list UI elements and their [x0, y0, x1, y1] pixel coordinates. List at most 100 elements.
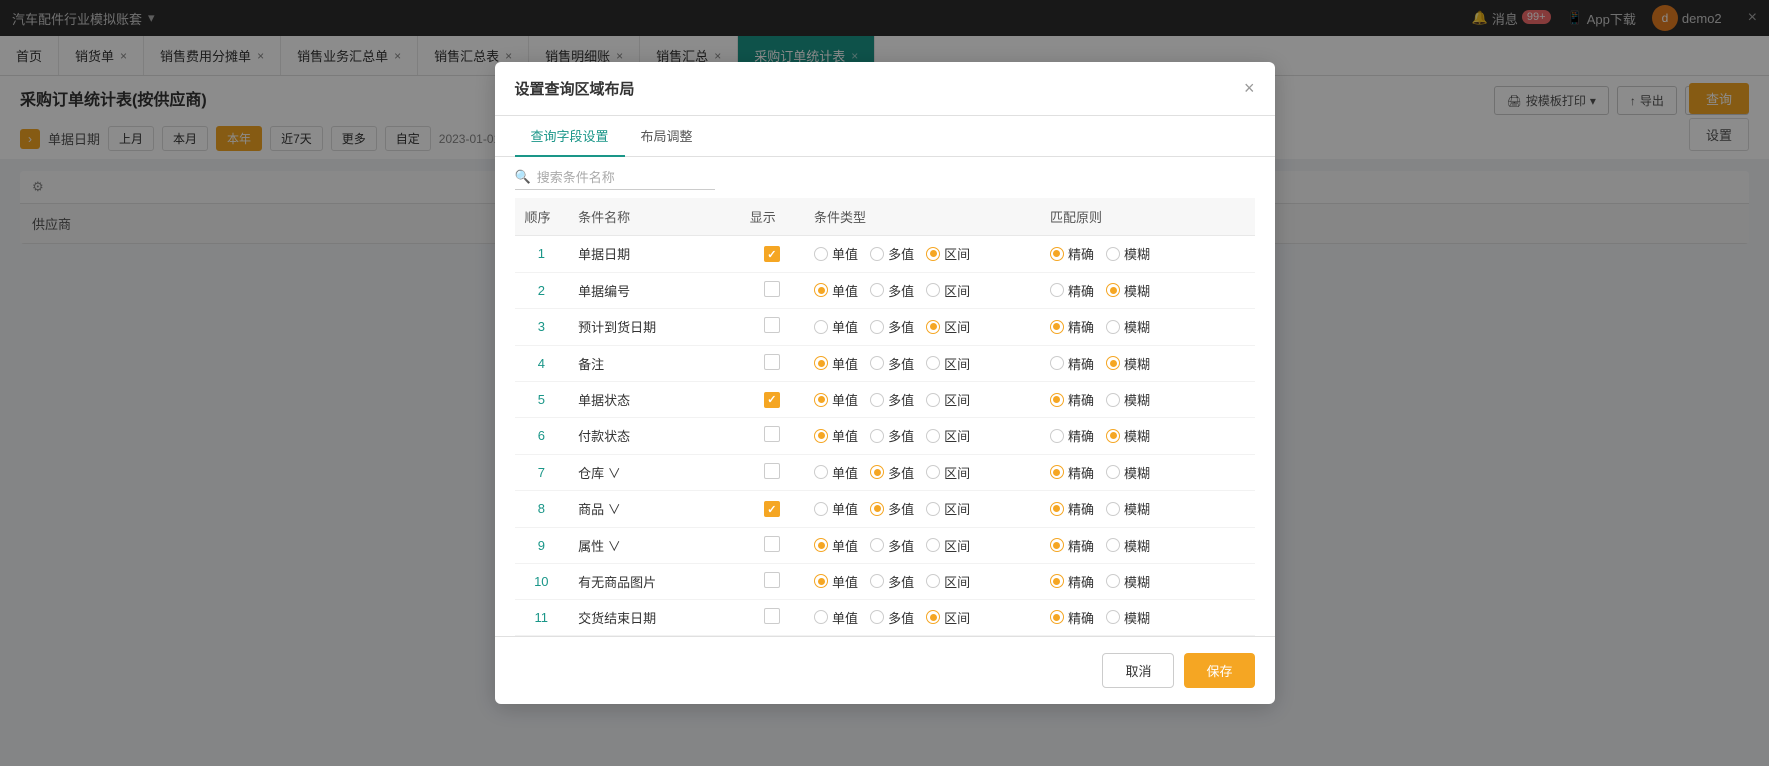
row-show-checkbox-6[interactable]	[740, 418, 804, 455]
type-radio-单值-10[interactable]: 单值	[814, 572, 858, 591]
type-radio-单值-2[interactable]: 单值	[814, 281, 858, 300]
type-radio-单值-11[interactable]: 单值	[814, 608, 858, 627]
match-radio-模糊-8[interactable]: 模糊	[1106, 499, 1150, 518]
match-radio-精确-11[interactable]: 精确	[1050, 608, 1094, 627]
type-radio-多值-6[interactable]: 多值	[870, 426, 914, 445]
row-show-checkbox-4[interactable]	[740, 345, 804, 382]
type-radio-区间-11[interactable]: 区间	[926, 608, 970, 627]
checkbox-6[interactable]	[764, 426, 780, 442]
type-radio-多值-5[interactable]: 多值	[870, 390, 914, 409]
match-radio-精确-7[interactable]: 精确	[1050, 463, 1094, 482]
type-radio-单值-6[interactable]: 单值	[814, 426, 858, 445]
type-radio-多值-11[interactable]: 多值	[870, 608, 914, 627]
type-radio-单值-1[interactable]: 单值	[814, 244, 858, 263]
match-radio-精确-5[interactable]: 精确	[1050, 390, 1094, 409]
row-show-checkbox-5[interactable]	[740, 382, 804, 418]
match-radio-模糊-1[interactable]: 模糊	[1106, 244, 1150, 263]
type-radio-多值-2[interactable]: 多值	[870, 281, 914, 300]
match-radio-精确-10[interactable]: 精确	[1050, 572, 1094, 591]
row-show-checkbox-1[interactable]	[740, 236, 804, 273]
type-radio-多值-3[interactable]: 多值	[870, 317, 914, 336]
modal-tab-query-fields[interactable]: 查询字段设置	[515, 116, 625, 157]
col-header-type: 条件类型	[804, 198, 1040, 236]
type-radio-多值-7[interactable]: 多值	[870, 463, 914, 482]
type-radio-单值-3[interactable]: 单值	[814, 317, 858, 336]
match-radio-模糊-5[interactable]: 模糊	[1106, 390, 1150, 409]
match-radio-模糊-4[interactable]: 模糊	[1106, 354, 1150, 373]
type-radio-单值-8[interactable]: 单值	[814, 499, 858, 518]
row-order-2: 2	[515, 272, 569, 309]
cancel-button[interactable]: 取消	[1102, 653, 1174, 688]
match-radio-模糊-6[interactable]: 模糊	[1106, 426, 1150, 445]
save-button[interactable]: 保存	[1184, 653, 1254, 688]
checkbox-3[interactable]	[764, 317, 780, 333]
checkbox-4[interactable]	[764, 354, 780, 370]
row-show-checkbox-7[interactable]	[740, 454, 804, 491]
type-radio-区间-7[interactable]: 区间	[926, 463, 970, 482]
match-radio-精确-9[interactable]: 精确	[1050, 536, 1094, 555]
type-radio-多值-8[interactable]: 多值	[870, 499, 914, 518]
type-radio-单值-7[interactable]: 单值	[814, 463, 858, 482]
type-radio-区间-10[interactable]: 区间	[926, 572, 970, 591]
match-radio-精确-4[interactable]: 精确	[1050, 354, 1094, 373]
type-radio-单值-9[interactable]: 单值	[814, 536, 858, 555]
type-radio-多值-1[interactable]: 多值	[870, 244, 914, 263]
type-radio-区间-9[interactable]: 区间	[926, 536, 970, 555]
radio-circle-icon	[814, 502, 828, 516]
checkbox-8[interactable]	[764, 501, 780, 517]
radio-circle-icon	[1050, 502, 1064, 516]
checkbox-7[interactable]	[764, 463, 780, 479]
modal-close-button[interactable]: ×	[1244, 78, 1255, 99]
type-radio-单值-4[interactable]: 单值	[814, 354, 858, 373]
type-radio-多值-10[interactable]: 多值	[870, 572, 914, 591]
radio-circle-icon	[814, 574, 828, 588]
search-input[interactable]	[537, 170, 697, 185]
modal-table-row: 1单据日期单值多值区间精确模糊	[515, 236, 1255, 273]
match-radio-模糊-11[interactable]: 模糊	[1106, 608, 1150, 627]
checkbox-1[interactable]	[764, 246, 780, 262]
row-order-11: 11	[515, 599, 569, 636]
type-radio-区间-1[interactable]: 区间	[926, 244, 970, 263]
modal-tabs: 查询字段设置 布局调整	[495, 116, 1275, 157]
type-radio-区间-2[interactable]: 区间	[926, 281, 970, 300]
type-radio-区间-8[interactable]: 区间	[926, 499, 970, 518]
radio-circle-icon	[1050, 247, 1064, 261]
match-radio-精确-8[interactable]: 精确	[1050, 499, 1094, 518]
type-radio-多值-4[interactable]: 多值	[870, 354, 914, 373]
row-show-checkbox-10[interactable]	[740, 563, 804, 599]
type-radio-区间-6[interactable]: 区间	[926, 426, 970, 445]
type-radio-单值-5[interactable]: 单值	[814, 390, 858, 409]
modal-tab-layout[interactable]: 布局调整	[625, 116, 709, 157]
row-match-8: 精确模糊	[1040, 491, 1255, 528]
checkbox-9[interactable]	[764, 536, 780, 552]
match-radio-精确-1[interactable]: 精确	[1050, 244, 1094, 263]
checkbox-5[interactable]	[764, 392, 780, 408]
match-radio-模糊-9[interactable]: 模糊	[1106, 536, 1150, 555]
radio-circle-icon	[814, 283, 828, 297]
checkbox-11[interactable]	[764, 608, 780, 624]
modal-table-row: 8商品 ∨单值多值区间精确模糊	[515, 491, 1255, 528]
radio-circle-icon	[1050, 283, 1064, 297]
row-show-checkbox-9[interactable]	[740, 527, 804, 563]
match-radio-模糊-7[interactable]: 模糊	[1106, 463, 1150, 482]
checkbox-10[interactable]	[764, 572, 780, 588]
match-radio-模糊-10[interactable]: 模糊	[1106, 572, 1150, 591]
match-radio-精确-6[interactable]: 精确	[1050, 426, 1094, 445]
radio-circle-icon	[926, 502, 940, 516]
type-radio-多值-9[interactable]: 多值	[870, 536, 914, 555]
checkbox-2[interactable]	[764, 281, 780, 297]
type-radio-区间-3[interactable]: 区间	[926, 317, 970, 336]
row-show-checkbox-2[interactable]	[740, 272, 804, 309]
type-radio-区间-4[interactable]: 区间	[926, 354, 970, 373]
row-show-checkbox-8[interactable]	[740, 491, 804, 528]
modal-table-row: 10有无商品图片单值多值区间精确模糊	[515, 563, 1255, 599]
match-radio-精确-3[interactable]: 精确	[1050, 317, 1094, 336]
col-header-order: 顺序	[515, 198, 569, 236]
type-radio-区间-5[interactable]: 区间	[926, 390, 970, 409]
row-show-checkbox-11[interactable]	[740, 599, 804, 636]
match-radio-模糊-2[interactable]: 模糊	[1106, 281, 1150, 300]
row-show-checkbox-3[interactable]	[740, 309, 804, 346]
match-radio-精确-2[interactable]: 精确	[1050, 281, 1094, 300]
modal-table: 顺序 条件名称 显示 条件类型 匹配原则 1单据日期单值多值区间精确模糊2单据编…	[515, 198, 1255, 636]
match-radio-模糊-3[interactable]: 模糊	[1106, 317, 1150, 336]
